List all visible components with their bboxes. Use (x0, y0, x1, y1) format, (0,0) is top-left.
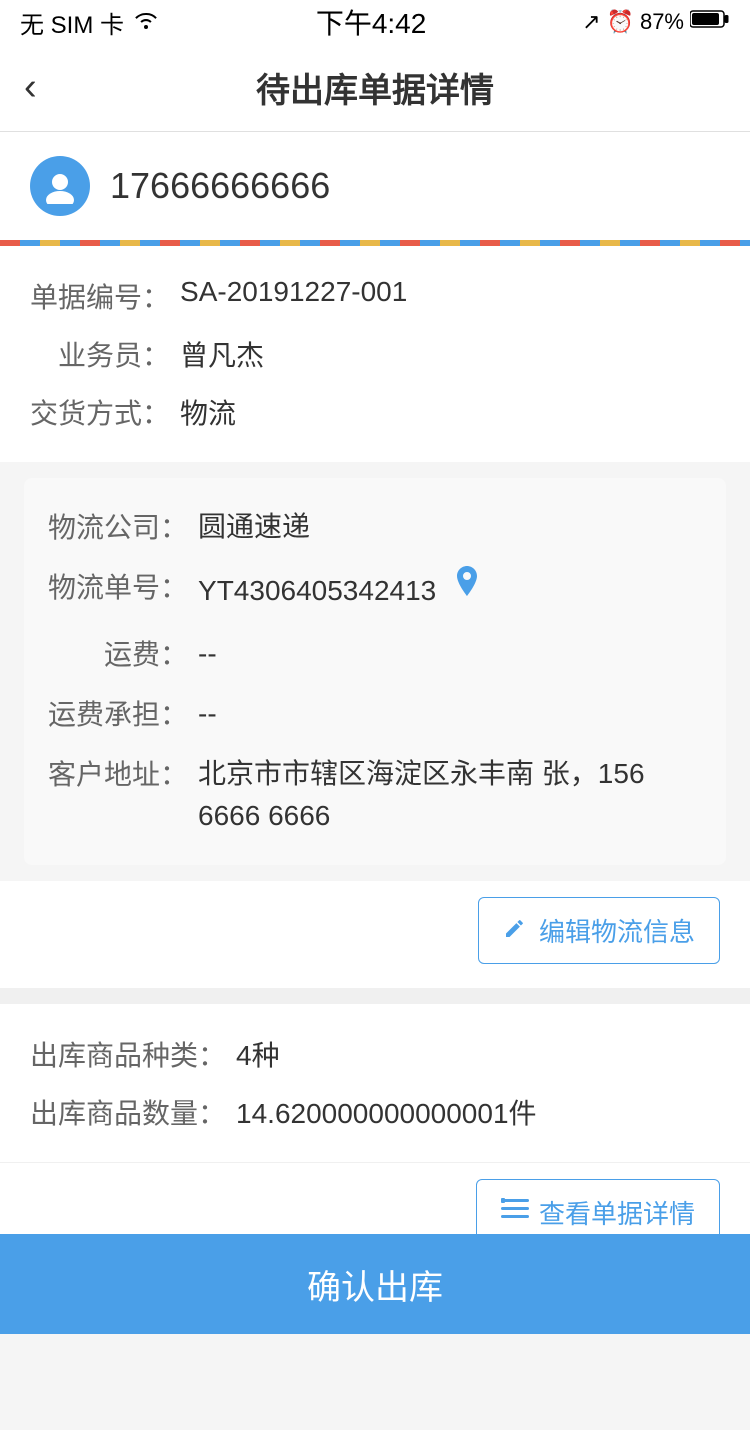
confirm-btn-text: 确认出库 (307, 1260, 443, 1309)
view-details-label: 查看单据详情 (539, 1194, 695, 1231)
user-phone: 17666666666 (110, 165, 330, 207)
goods-types-row: 出库商品种类： 4种 (30, 1034, 720, 1074)
edit-logistics-label: 编辑物流信息 (539, 912, 695, 949)
location-status-icon: ↗ (582, 9, 600, 35)
sales-person-row: 业务员： 曾凡杰 (30, 334, 720, 374)
battery-icon (690, 9, 730, 35)
goods-types-label: 出库商品种类： (30, 1034, 226, 1074)
doc-number-row: 单据编号： SA-20191227-001 (30, 276, 720, 316)
freight-value: -- (198, 633, 702, 675)
nav-bar: ‹ 待出库单据详情 (0, 44, 750, 132)
tracking-number-text: YT4306405342413 (198, 570, 436, 612)
delivery-method-label: 交货方式： (30, 392, 170, 432)
page-title: 待出库单据详情 (256, 63, 494, 112)
back-button[interactable]: ‹ (24, 66, 37, 109)
logistics-company-row: 物流公司： 圆通速递 (48, 506, 702, 548)
address-row: 客户地址： 北京市市辖区海淀区永丰南 张，156 6666 6666 (48, 753, 702, 837)
alarm-icon: ⏰ (607, 9, 634, 35)
wifi-icon (132, 8, 160, 37)
edit-icon (503, 914, 529, 947)
goods-section: 出库商品种类： 4种 出库商品数量： 14.620000000000001件 (0, 1004, 750, 1162)
freight-row: 运费： -- (48, 633, 702, 675)
avatar (30, 156, 90, 216)
status-left: 无 SIM 卡 (20, 5, 160, 40)
goods-quantity-value: 14.620000000000001件 (236, 1092, 720, 1132)
freight-bear-value: -- (198, 693, 702, 735)
carrier-text: 无 SIM 卡 (20, 5, 124, 40)
tracking-location-icon[interactable] (452, 566, 482, 615)
freight-bear-label: 运费承担： (48, 693, 188, 733)
goods-quantity-label: 出库商品数量： (30, 1092, 226, 1132)
sales-person-label: 业务员： (30, 334, 170, 374)
doc-number-label: 单据编号： (30, 276, 170, 316)
section-separator (0, 988, 750, 1004)
freight-bear-row: 运费承担： -- (48, 693, 702, 735)
address-value: 北京市市辖区海淀区永丰南 张，156 6666 6666 (198, 753, 702, 837)
view-icon (501, 1197, 529, 1228)
tracking-number-value: YT4306405342413 (198, 566, 702, 615)
delivery-method-row: 交货方式： 物流 (30, 392, 720, 432)
status-bar: 无 SIM 卡 下午4:42 ↗ ⏰ 87% (0, 0, 750, 44)
goods-types-value: 4种 (236, 1034, 720, 1074)
goods-quantity-row: 出库商品数量： 14.620000000000001件 (30, 1092, 720, 1132)
user-header: 17666666666 (0, 132, 750, 240)
battery-text: 87% (640, 9, 684, 35)
address-label: 客户地址： (48, 753, 188, 793)
logistics-company-value: 圆通速递 (198, 506, 702, 548)
logistics-company-label: 物流公司： (48, 506, 188, 546)
sales-person-value: 曾凡杰 (180, 334, 720, 374)
doc-number-value: SA-20191227-001 (180, 276, 720, 308)
status-right: ↗ ⏰ 87% (582, 9, 730, 35)
status-time: 下午4:42 (316, 2, 427, 42)
freight-label: 运费： (48, 633, 188, 673)
tracking-number-row: 物流单号： YT4306405342413 (48, 566, 702, 615)
delivery-method-value: 物流 (180, 392, 720, 432)
edit-logistics-button[interactable]: 编辑物流信息 (478, 897, 720, 964)
doc-info-section: 单据编号： SA-20191227-001 业务员： 曾凡杰 交货方式： 物流 (0, 246, 750, 462)
confirm-btn-bar[interactable]: 确认出库 (0, 1234, 750, 1334)
tracking-number-label: 物流单号： (48, 566, 188, 606)
edit-btn-container: 编辑物流信息 (0, 881, 750, 988)
logistics-card: 物流公司： 圆通速递 物流单号： YT4306405342413 运费： -- … (24, 478, 726, 865)
